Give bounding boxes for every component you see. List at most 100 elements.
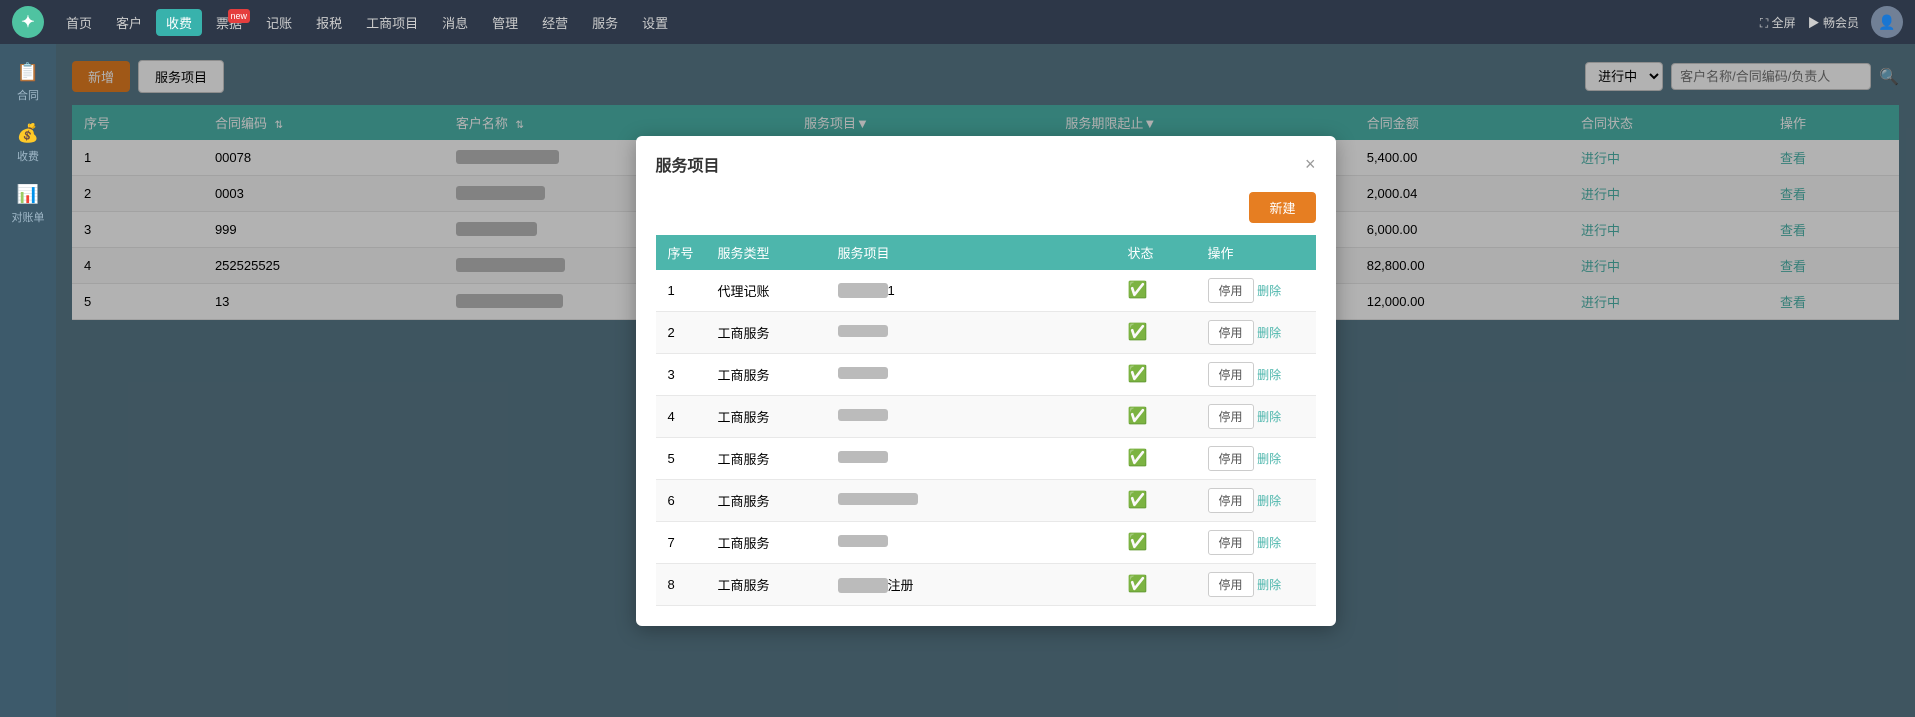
fee-icon: 💰	[17, 123, 39, 144]
sidebar: 📋 合同 💰 收费 📊 对账单	[0, 44, 56, 717]
svc-cell-no: 6	[656, 479, 706, 521]
svc-cell-ops: 停用 删除	[1196, 521, 1316, 563]
top-navigation: ✦ 首页 客户 收费 票据 new 记账 报税 工商项目 消息 管理 经营 服务…	[0, 0, 1915, 44]
new-badge: new	[228, 9, 251, 23]
svc-cell-item: 1	[826, 270, 1116, 312]
service-table: 序号 服务类型 服务项目 状态 操作 1 代理记账 1 ✅ 停用 删除 2 工商…	[656, 235, 1316, 606]
delete-button[interactable]: 删除	[1257, 324, 1281, 341]
sidebar-item-contract-label: 合同	[17, 87, 39, 103]
list-item: 4 工商服务 ✅ 停用 删除	[656, 395, 1316, 437]
delete-button[interactable]: 删除	[1257, 450, 1281, 467]
status-check-icon: ✅	[1128, 492, 1148, 509]
sidebar-item-contract[interactable]: 📋 合同	[3, 54, 53, 111]
modal-title: 服务项目	[656, 152, 720, 176]
main-layout: 📋 合同 💰 收费 📊 对账单 新增 服务项目 进行中 全部 已完成 已终止	[0, 44, 1915, 717]
svc-cell-type: 工商服务	[706, 353, 826, 395]
svc-cell-no: 8	[656, 563, 706, 605]
avatar[interactable]: 👤	[1871, 6, 1903, 38]
sidebar-item-reconcile[interactable]: 📊 对账单	[3, 176, 53, 233]
service-modal: 服务项目 × 新建 序号 服务类型 服务项目 状态 操作	[636, 136, 1336, 626]
svc-cell-item	[826, 521, 1116, 563]
svc-cell-status: ✅	[1116, 521, 1196, 563]
svc-cell-status: ✅	[1116, 437, 1196, 479]
list-item: 6 工商服务 ✅ 停用 删除	[656, 479, 1316, 521]
disable-button[interactable]: 停用	[1208, 488, 1254, 513]
disable-button[interactable]: 停用	[1208, 278, 1254, 303]
delete-button[interactable]: 删除	[1257, 576, 1281, 593]
delete-button[interactable]: 删除	[1257, 366, 1281, 383]
svc-cell-ops: 停用 删除	[1196, 270, 1316, 312]
svc-cell-ops: 停用 删除	[1196, 311, 1316, 353]
modal-header: 服务项目 ×	[636, 136, 1336, 184]
svc-col-type: 服务类型	[706, 235, 826, 270]
modal-new-button[interactable]: 新建	[1249, 192, 1315, 223]
svc-cell-no: 2	[656, 311, 706, 353]
member-btn[interactable]: ▶ 畅会员	[1808, 14, 1859, 31]
svc-cell-type: 工商服务	[706, 521, 826, 563]
modal-toolbar: 新建	[636, 184, 1336, 235]
svc-cell-item	[826, 353, 1116, 395]
disable-button[interactable]: 停用	[1208, 362, 1254, 387]
nav-service[interactable]: 服务	[582, 9, 628, 36]
nav-bookkeeping[interactable]: 记账	[256, 9, 302, 36]
nav-tax[interactable]: 报税	[306, 9, 352, 36]
svc-cell-no: 1	[656, 270, 706, 312]
disable-button[interactable]: 停用	[1208, 446, 1254, 471]
list-item: 3 工商服务 ✅ 停用 删除	[656, 353, 1316, 395]
contract-icon: 📋	[17, 62, 39, 83]
disable-button[interactable]: 停用	[1208, 530, 1254, 555]
svc-cell-ops: 停用 删除	[1196, 395, 1316, 437]
modal-body: 序号 服务类型 服务项目 状态 操作 1 代理记账 1 ✅ 停用 删除 2 工商…	[636, 235, 1336, 626]
status-check-icon: ✅	[1128, 282, 1148, 299]
svc-cell-no: 3	[656, 353, 706, 395]
svc-cell-no: 5	[656, 437, 706, 479]
svc-cell-type: 工商服务	[706, 311, 826, 353]
nav-fee[interactable]: 收费	[156, 9, 202, 36]
status-check-icon: ✅	[1128, 576, 1148, 593]
status-check-icon: ✅	[1128, 534, 1148, 551]
nav-operation[interactable]: 经营	[532, 9, 578, 36]
nav-business[interactable]: 工商项目	[356, 9, 428, 36]
status-check-icon: ✅	[1128, 366, 1148, 383]
nav-home[interactable]: 首页	[56, 9, 102, 36]
sidebar-item-fee[interactable]: 💰 收费	[3, 115, 53, 172]
nav-message[interactable]: 消息	[432, 9, 478, 36]
delete-button[interactable]: 删除	[1257, 492, 1281, 509]
nav-invoice[interactable]: 票据 new	[206, 9, 252, 36]
svc-cell-ops: 停用 删除	[1196, 437, 1316, 479]
nav-manage[interactable]: 管理	[482, 9, 528, 36]
list-item: 1 代理记账 1 ✅ 停用 删除	[656, 270, 1316, 312]
delete-button[interactable]: 删除	[1257, 282, 1281, 299]
svc-cell-type: 工商服务	[706, 563, 826, 605]
svc-cell-item	[826, 311, 1116, 353]
main-content: 新增 服务项目 进行中 全部 已完成 已终止 🔍 序号 合同编码 ⇅ 客户名称 …	[56, 44, 1915, 717]
svc-col-status: 状态	[1116, 235, 1196, 270]
list-item: 5 工商服务 ✅ 停用 删除	[656, 437, 1316, 479]
nav-customer[interactable]: 客户	[106, 9, 152, 36]
reconcile-icon: 📊	[17, 184, 39, 205]
svc-col-ops: 操作	[1196, 235, 1316, 270]
status-check-icon: ✅	[1128, 450, 1148, 467]
svc-col-item: 服务项目	[826, 235, 1116, 270]
svc-cell-type: 代理记账	[706, 270, 826, 312]
disable-button[interactable]: 停用	[1208, 572, 1254, 597]
svc-cell-status: ✅	[1116, 353, 1196, 395]
svc-cell-type: 工商服务	[706, 437, 826, 479]
svc-cell-item	[826, 395, 1116, 437]
sidebar-item-fee-label: 收费	[17, 148, 39, 164]
svc-cell-ops: 停用 删除	[1196, 353, 1316, 395]
delete-button[interactable]: 删除	[1257, 534, 1281, 551]
disable-button[interactable]: 停用	[1208, 320, 1254, 345]
svc-cell-status: ✅	[1116, 395, 1196, 437]
svc-cell-no: 4	[656, 395, 706, 437]
list-item: 8 工商服务 注册 ✅ 停用 删除	[656, 563, 1316, 605]
list-item: 7 工商服务 ✅ 停用 删除	[656, 521, 1316, 563]
modal-close-button[interactable]: ×	[1305, 155, 1316, 173]
nav-settings[interactable]: 设置	[632, 9, 678, 36]
fullscreen-btn[interactable]: ⛶ 全屏	[1760, 14, 1796, 31]
status-check-icon: ✅	[1128, 324, 1148, 341]
svc-cell-status: ✅	[1116, 270, 1196, 312]
svc-cell-status: ✅	[1116, 563, 1196, 605]
delete-button[interactable]: 删除	[1257, 408, 1281, 425]
disable-button[interactable]: 停用	[1208, 404, 1254, 429]
